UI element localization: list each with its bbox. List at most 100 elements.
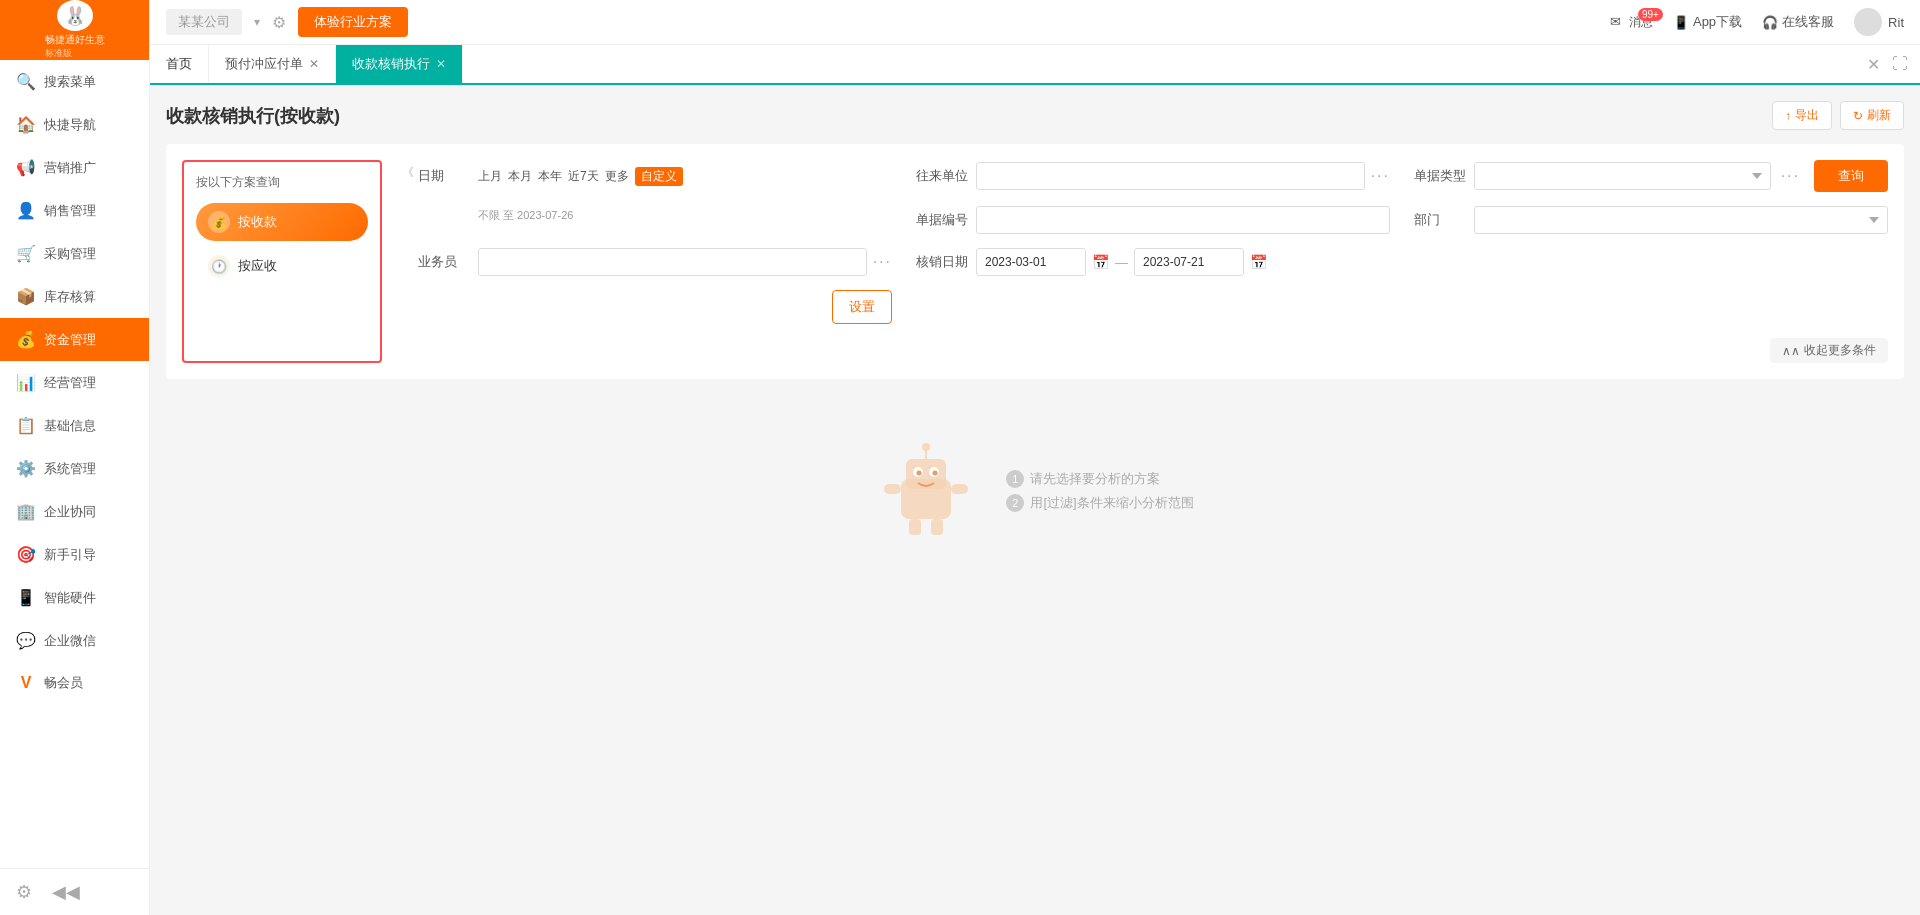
tabbar-controls: ✕ ⛶ [1855, 45, 1920, 83]
verify-date-end-input[interactable] [1134, 248, 1244, 276]
setting-btn-container: 设置 [418, 290, 892, 324]
tabbar: 首页 预付冲应付单 ✕ 收款核销执行 ✕ ✕ ⛶ [150, 45, 1920, 85]
svg-rect-7 [951, 484, 968, 494]
filter-option-by-receipt[interactable]: 💰 按收款 [196, 203, 368, 241]
date-nolimit-text: 不限 至 2023-07-26 [478, 208, 573, 223]
doctype-select[interactable] [1474, 162, 1771, 190]
expand-icon[interactable]: ⛶ [1892, 55, 1908, 73]
business-input[interactable] [478, 248, 867, 276]
sidebar-item-enterprise[interactable]: 🏢 企业协同 [0, 490, 149, 533]
purchase-icon: 🛒 [16, 244, 36, 263]
tip-num-1: 1 [1006, 470, 1024, 488]
user-profile[interactable]: Rit [1854, 8, 1904, 36]
docnum-filter-row: 单据编号 [916, 206, 1390, 234]
sidebar-item-system[interactable]: ⚙️ 系统管理 [0, 447, 149, 490]
collapse-conditions-button[interactable]: ∧∧ 收起更多条件 [1770, 338, 1888, 363]
home-icon: 🏠 [16, 115, 36, 134]
docnum-input[interactable] [976, 206, 1390, 234]
sidebar-item-purchase[interactable]: 🛒 采购管理 [0, 232, 149, 275]
dropdown-arrow-icon[interactable]: ▾ [254, 15, 260, 29]
basic-icon: 📋 [16, 416, 36, 435]
sidebar-bottom: ⚙ ◀◀ [0, 868, 149, 915]
sidebar-item-basic[interactable]: 📋 基础信息 [0, 404, 149, 447]
svg-rect-8 [909, 519, 921, 535]
collapse-sidebar-icon[interactable]: ◀◀ [52, 881, 80, 903]
dept-select[interactable] [1474, 206, 1888, 234]
sidebar-item-quicknav[interactable]: 🏠 快捷导航 [0, 103, 149, 146]
sidebar-item-marketing[interactable]: 📢 营销推广 [0, 146, 149, 189]
query-button[interactable]: 查询 [1814, 160, 1888, 192]
sidebar-item-guide[interactable]: 🎯 新手引导 [0, 533, 149, 576]
setting-button[interactable]: 设置 [832, 290, 892, 324]
page-content: 收款核销执行(按收款) ↑ 导出 ↻ 刷新 按以下方案查询 💰 按收款 [150, 85, 1920, 915]
filter-option-by-receivable[interactable]: 🕐 按应收 [196, 247, 368, 285]
partner-input[interactable] [976, 162, 1365, 190]
topbar-right: ✉ 99+ 消息 📱 App下载 🎧 在线客服 Rit [1610, 8, 1904, 36]
close-collection-tab-icon[interactable]: ✕ [436, 57, 446, 71]
topbar: 某某公司 ▾ ⚙ 体验行业方案 ✉ 99+ 消息 📱 App下载 🎧 在线客服 … [150, 0, 1920, 45]
empty-state: 1 请先选择要分析的方案 2 用[过滤]条件来缩小分析范围 [166, 379, 1904, 602]
verify-date-end-cal-icon[interactable]: 📅 [1250, 254, 1267, 270]
business-label: 业务员 [418, 253, 470, 271]
receivable-option-icon: 🕐 [208, 255, 230, 277]
doctype-more-icon[interactable]: ··· [1781, 167, 1800, 185]
export-icon: ↑ [1785, 109, 1791, 123]
verify-date-start-input[interactable] [976, 248, 1086, 276]
sidebar-item-wechat[interactable]: 💬 企业微信 [0, 619, 149, 662]
search-menu-icon: 🔍 [16, 72, 36, 91]
date-link-more[interactable]: 更多 [605, 168, 629, 185]
date-link-7days[interactable]: 近7天 [568, 168, 599, 185]
header-buttons: ↑ 导出 ↻ 刷新 [1772, 101, 1904, 130]
sidebar-item-inventory[interactable]: 📦 库存核算 [0, 275, 149, 318]
partner-more-icon[interactable]: ··· [1371, 167, 1390, 185]
app-icon: 📱 [1673, 15, 1689, 30]
date-link-thisyear[interactable]: 本年 [538, 168, 562, 185]
date-link-thismonth[interactable]: 本月 [508, 168, 532, 185]
verify-date-start-cal-icon[interactable]: 📅 [1092, 254, 1109, 270]
svg-rect-6 [884, 484, 901, 494]
docnum-value [976, 206, 1390, 234]
empty-tips: 1 请先选择要分析的方案 2 用[过滤]条件来缩小分析范围 [1006, 470, 1193, 512]
sidebar-item-sales[interactable]: 👤 销售管理 [0, 189, 149, 232]
refresh-button[interactable]: ↻ 刷新 [1840, 101, 1904, 130]
message-icon[interactable]: ✉ 99+ 消息 [1610, 14, 1653, 31]
system-icon: ⚙️ [16, 459, 36, 478]
date-dash: — [1115, 255, 1128, 270]
business-more-icon[interactable]: ··· [873, 253, 892, 271]
close-prepay-tab-icon[interactable]: ✕ [309, 57, 319, 71]
solution-btn[interactable]: 体验行业方案 [298, 7, 408, 37]
date-link-custom[interactable]: 自定义 [635, 167, 683, 186]
logo-icon: 🐰 [57, 0, 93, 31]
member-icon: V [16, 674, 36, 692]
chevron-up-icon: ∧∧ [1782, 344, 1800, 358]
collapse-arrow[interactable]: 《 [398, 160, 418, 363]
close-tab-icon[interactable]: ✕ [1867, 55, 1880, 74]
online-service[interactable]: 🎧 在线客服 [1762, 13, 1834, 31]
sidebar-item-finance[interactable]: 💰 资金管理 [0, 318, 149, 361]
date-value: 上月 本月 本年 近7天 更多 自定义 [478, 167, 892, 186]
sidebar-item-operations[interactable]: 📊 经营管理 [0, 361, 149, 404]
inventory-icon: 📦 [16, 287, 36, 306]
avatar [1854, 8, 1882, 36]
partner-label: 往来单位 [916, 167, 968, 185]
settings-icon[interactable]: ⚙ [272, 13, 286, 32]
filter-options-panel: 按以下方案查询 💰 按收款 🕐 按应收 [182, 160, 382, 363]
date-nolimit-row: 不限 至 2023-07-26 [418, 196, 892, 234]
tip-num-2: 2 [1006, 494, 1024, 512]
tab-prepay[interactable]: 预付冲应付单 ✕ [209, 45, 336, 83]
date-link-lastmonth[interactable]: 上月 [478, 168, 502, 185]
sidebar-item-member[interactable]: V 畅会员 [0, 662, 149, 704]
dept-filter-row: 部门 [1414, 206, 1888, 234]
main-area: 某某公司 ▾ ⚙ 体验行业方案 ✉ 99+ 消息 📱 App下载 🎧 在线客服 … [150, 0, 1920, 915]
docnum-label: 单据编号 [916, 211, 968, 229]
page-header: 收款核销执行(按收款) ↑ 导出 ↻ 刷新 [166, 101, 1904, 130]
settings-bottom-icon[interactable]: ⚙ [16, 881, 32, 903]
tab-home[interactable]: 首页 [150, 45, 209, 83]
export-button[interactable]: ↑ 导出 [1772, 101, 1832, 130]
sidebar-item-search[interactable]: 🔍 搜索菜单 [0, 60, 149, 103]
filter-panel: 按以下方案查询 💰 按收款 🕐 按应收 《 日期 [166, 144, 1904, 379]
dept-label: 部门 [1414, 211, 1466, 229]
app-download[interactable]: 📱 App下载 [1673, 13, 1742, 31]
tab-collection[interactable]: 收款核销执行 ✕ [336, 45, 463, 83]
sidebar-item-hardware[interactable]: 📱 智能硬件 [0, 576, 149, 619]
